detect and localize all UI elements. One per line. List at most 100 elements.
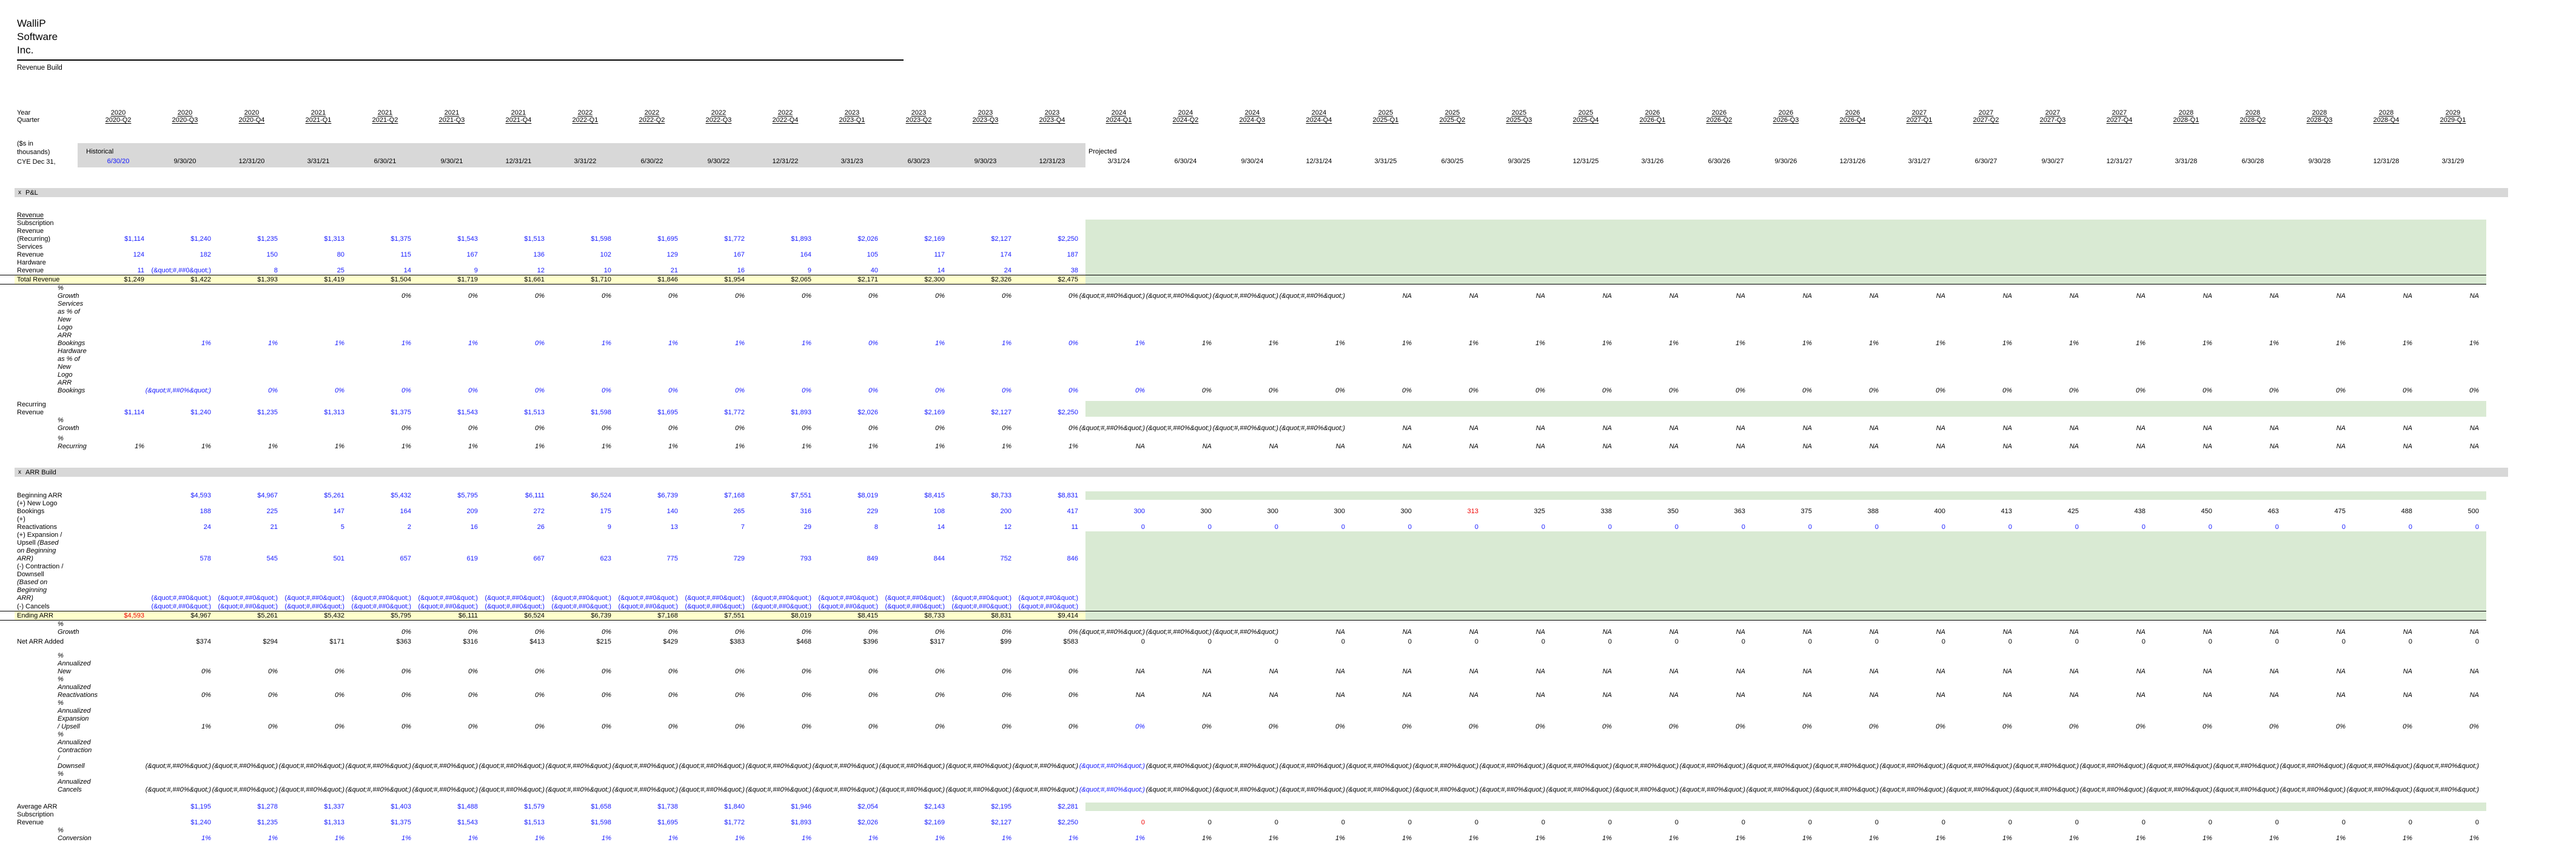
new-logo-bookings-c7[interactable]: 272: [485, 507, 552, 516]
recurring-growth-c7[interactable]: 0%: [485, 424, 552, 432]
contraction-downsell-c11[interactable]: (&quot;#,##0&quot;): [752, 594, 819, 602]
pct-conversion-c25[interactable]: 1%: [1686, 834, 1753, 843]
net-arr-added-c26[interactable]: 0: [1753, 638, 1819, 646]
col-date-6[interactable]: 9/30/21: [418, 158, 485, 165]
subscription-revenue-2-c27[interactable]: 0: [1819, 818, 1886, 827]
net-arr-added-c5[interactable]: $363: [352, 638, 418, 646]
ann-expansion-c29[interactable]: 0%: [1953, 722, 2019, 731]
cancels-c26[interactable]: [1753, 610, 1819, 611]
cancels-c17[interactable]: [1152, 610, 1219, 611]
net-arr-added-c12[interactable]: $396: [819, 638, 885, 646]
total-revenue-c16[interactable]: [1085, 283, 1152, 284]
ann-expansion-c26[interactable]: 0%: [1753, 722, 1819, 731]
row-label-ending-growth[interactable]: % Growth: [0, 621, 85, 636]
pct-conversion-c4[interactable]: 1%: [285, 834, 352, 843]
average-arr-c5[interactable]: $1,403: [352, 803, 418, 811]
ann-cancels-c33[interactable]: (&quot;#,##0%&quot;): [2213, 786, 2286, 794]
col-year-11[interactable]: 2022: [752, 109, 819, 116]
ann-expansion-c6[interactable]: 0%: [418, 722, 485, 731]
row-label-beginning-arr[interactable]: Beginning ARR: [0, 492, 85, 500]
hardware-pct-c29[interactable]: 0%: [1953, 386, 2019, 395]
col-year-34[interactable]: 2028: [2286, 109, 2353, 116]
col-date-33[interactable]: 6/30/28: [2219, 158, 2286, 165]
col-year-26[interactable]: 2026: [1753, 109, 1819, 116]
ann-expansion-c8[interactable]: 0%: [552, 722, 619, 731]
total-growth-c12[interactable]: 0%: [819, 292, 885, 300]
average-arr-c6[interactable]: $1,488: [418, 803, 485, 811]
hardware-pct-c18[interactable]: 0%: [1219, 386, 1286, 395]
cancels-c9[interactable]: (&quot;#,##0&quot;): [619, 602, 685, 611]
hardware-revenue-c2[interactable]: (&quot;#,##0&quot;): [152, 266, 218, 275]
recurring-growth-c30[interactable]: NA: [2019, 424, 2086, 432]
ending-arr-c31[interactable]: [2086, 619, 2153, 620]
ann-new-c26[interactable]: NA: [1753, 667, 1819, 676]
ann-new-c12[interactable]: 0%: [819, 667, 885, 676]
ending-growth-c4[interactable]: [285, 635, 352, 636]
ann-cancels-c17[interactable]: (&quot;#,##0%&quot;): [1146, 786, 1219, 794]
col-quarter-2021-Q3[interactable]: 2021-Q3: [418, 116, 485, 124]
ann-reactivations-c17[interactable]: NA: [1152, 691, 1219, 699]
ann-cancels-c12[interactable]: (&quot;#,##0%&quot;): [813, 786, 885, 794]
net-arr-added-c31[interactable]: 0: [2086, 638, 2153, 646]
row-label-pct-conversion[interactable]: % Conversion: [0, 827, 92, 843]
net-arr-added-c15[interactable]: $583: [1019, 638, 1085, 646]
ending-arr-c30[interactable]: [2019, 619, 2086, 620]
ending-arr-c18[interactable]: [1219, 619, 1286, 620]
new-logo-bookings-c33[interactable]: 463: [2219, 507, 2286, 516]
subscription-revenue-c4[interactable]: $1,313: [285, 235, 352, 243]
total-growth-c26[interactable]: NA: [1753, 292, 1819, 300]
col-year-16[interactable]: 2024: [1085, 109, 1152, 116]
recurring-growth-c20[interactable]: NA: [1352, 424, 1419, 432]
ending-growth-c21[interactable]: NA: [1419, 628, 1486, 636]
pct-conversion-c13[interactable]: 1%: [885, 834, 952, 843]
pct-conversion-c2[interactable]: 1%: [152, 834, 218, 843]
hardware-pct-c14[interactable]: 0%: [952, 386, 1019, 395]
ending-arr-c13[interactable]: $8,733: [885, 611, 952, 620]
ann-cancels-c2[interactable]: (&quot;#,##0%&quot;): [146, 786, 218, 794]
ann-contraction-c36[interactable]: (&quot;#,##0%&quot;): [2413, 762, 2486, 770]
services-pct-c2[interactable]: 1%: [152, 339, 218, 348]
ending-growth-c18[interactable]: (&quot;#,##0%&quot;): [1213, 628, 1286, 636]
total-revenue-c23[interactable]: [1552, 283, 1619, 284]
reactivations-c32[interactable]: 0: [2153, 523, 2219, 531]
cancels-c15[interactable]: (&quot;#,##0&quot;): [1019, 602, 1085, 611]
row-label-subscription-revenue[interactable]: Subscription Revenue (Recurring): [0, 220, 85, 243]
row-label-ann-cancels[interactable]: % Annualized Cancels: [0, 770, 90, 794]
subscription-revenue-2-c32[interactable]: 0: [2153, 818, 2219, 827]
reactivations-c2[interactable]: 24: [152, 523, 218, 531]
hardware-pct-c3[interactable]: 0%: [218, 386, 285, 395]
cancels-c1[interactable]: [85, 610, 152, 611]
services-revenue-c15[interactable]: 187: [1019, 251, 1085, 259]
new-logo-bookings-c17[interactable]: 300: [1152, 507, 1219, 516]
ann-new-c16[interactable]: NA: [1085, 667, 1152, 676]
pct-conversion-c36[interactable]: 1%: [2420, 834, 2486, 843]
beginning-arr-c13[interactable]: $8,415: [885, 491, 952, 500]
services-revenue-c11[interactable]: 164: [752, 251, 819, 259]
subscription-revenue-2-c29[interactable]: 0: [1953, 818, 2019, 827]
total-revenue-c22[interactable]: [1486, 283, 1552, 284]
recurring-revenue-c10[interactable]: $1,772: [685, 408, 752, 417]
col-date-10[interactable]: 9/30/22: [685, 158, 752, 165]
new-logo-bookings-c9[interactable]: 140: [619, 507, 685, 516]
subscription-revenue-2-c36[interactable]: 0: [2420, 818, 2486, 827]
col-date-17[interactable]: 6/30/24: [1152, 158, 1219, 165]
subscription-revenue-2-c24[interactable]: 0: [1619, 818, 1686, 827]
beginning-arr-c12[interactable]: $8,019: [819, 491, 885, 500]
services-pct-c14[interactable]: 1%: [952, 339, 1019, 348]
reactivations-c34[interactable]: 0: [2286, 523, 2353, 531]
col-quarter-2024-Q2[interactable]: 2024-Q2: [1152, 116, 1219, 124]
ending-arr-c22[interactable]: [1486, 619, 1552, 620]
pct-conversion-c6[interactable]: 1%: [418, 834, 485, 843]
col-date-4[interactable]: 3/31/21: [285, 158, 352, 165]
services-pct-c3[interactable]: 1%: [218, 339, 285, 348]
net-arr-added-c4[interactable]: $171: [285, 638, 352, 646]
ann-new-c27[interactable]: NA: [1819, 667, 1886, 676]
net-arr-added-c14[interactable]: $99: [952, 638, 1019, 646]
ann-cancels-c27[interactable]: (&quot;#,##0%&quot;): [1813, 786, 1886, 794]
collapse-icon[interactable]: x: [15, 189, 25, 196]
subscription-revenue-2-c3[interactable]: $1,235: [218, 818, 285, 827]
col-year-19[interactable]: 2024: [1286, 109, 1352, 116]
ann-new-c18[interactable]: NA: [1219, 667, 1286, 676]
col-quarter-2022-Q1[interactable]: 2022-Q1: [552, 116, 619, 124]
col-date-24[interactable]: 3/31/26: [1619, 158, 1686, 165]
